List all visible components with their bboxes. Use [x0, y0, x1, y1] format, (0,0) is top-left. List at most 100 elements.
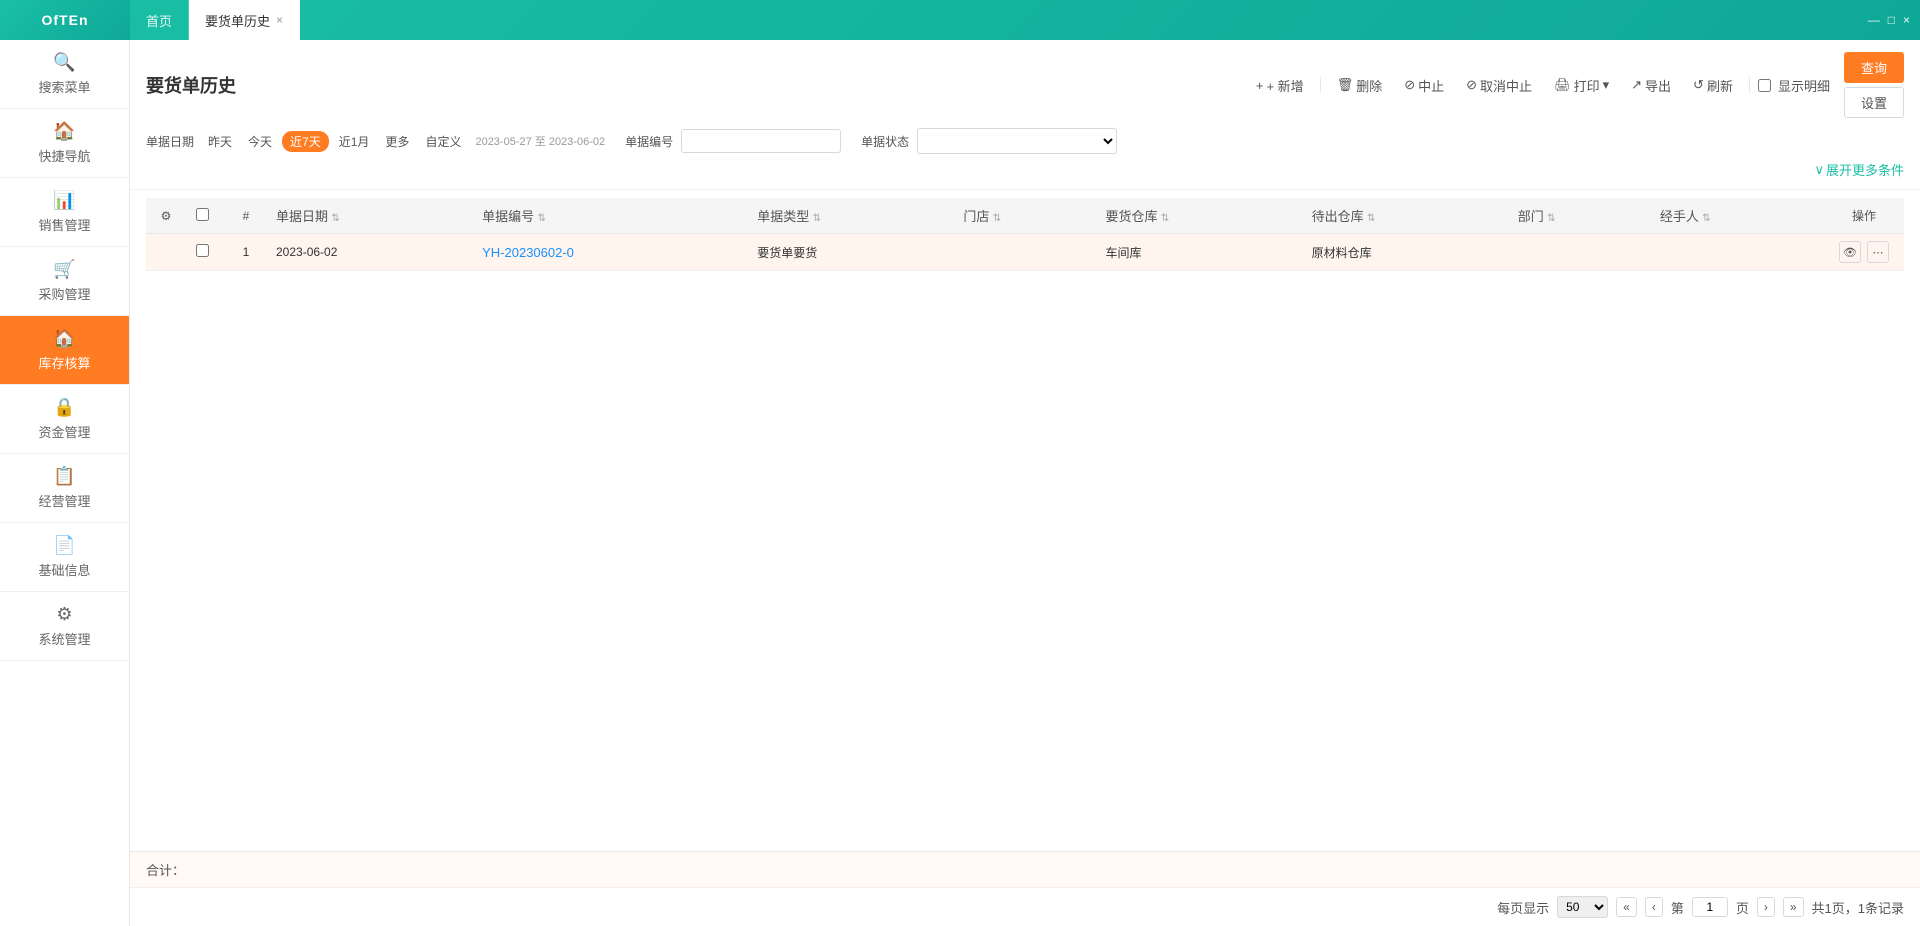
purchase-icon: 🛒	[53, 259, 75, 280]
sidebar-item-label: 快捷导航	[38, 146, 90, 165]
system-icon: ⚙	[56, 604, 72, 625]
new-button[interactable]: + + 新增	[1248, 72, 1312, 99]
page-unit-label: 页	[1736, 898, 1749, 917]
sidebar-item-system-mgmt[interactable]: ⚙ 系统管理	[0, 592, 129, 661]
column-date[interactable]: 单据日期 ⇅	[266, 198, 472, 234]
column-doctype[interactable]: 单据类型 ⇅	[747, 198, 953, 234]
refresh-button[interactable]: ↺ 刷新	[1685, 72, 1741, 99]
content-area: 要货单历史 + + 新增 🗑 删除 ⊘ 中止 ⊘ 取消中止	[130, 40, 1920, 926]
refresh-label: 刷新	[1707, 76, 1733, 95]
print-icon: 🖨	[1554, 77, 1571, 93]
sidebar-item-sales-mgmt[interactable]: 📊 销售管理	[0, 178, 129, 247]
next-page-button[interactable]: ›	[1757, 897, 1775, 917]
row-checkbox	[186, 234, 226, 271]
tab-close-icon[interactable]: ×	[276, 13, 283, 27]
expand-more-btn[interactable]: ∨ 展开更多条件	[1814, 160, 1904, 179]
settings-button[interactable]: 设置	[1844, 87, 1904, 118]
export-label: 导出	[1645, 76, 1671, 95]
date-btn-1month[interactable]: 近1月	[333, 131, 376, 152]
window-controls: — □ ×	[1868, 13, 1920, 27]
sidebar-item-label: 资金管理	[38, 422, 90, 441]
pagination-bar: 每页显示 20 50 100 200 « ‹ 第 页 › » 共1页，1条记录	[130, 887, 1920, 926]
window-maximize-icon[interactable]: □	[1888, 13, 1895, 27]
table-header-row: ⚙ # 单据日期 ⇅ 单据编号 ⇅	[146, 198, 1904, 234]
prev-page-button[interactable]: ‹	[1645, 897, 1663, 917]
sort-wait-warehouse-icon: ⇅	[1367, 213, 1375, 224]
tab-requisition-history[interactable]: 要货单历史 ×	[189, 0, 300, 40]
status-filter-label: 单据状态	[861, 133, 909, 150]
date-btn-today[interactable]: 今天	[242, 131, 278, 152]
row-shop	[953, 234, 1095, 271]
export-icon: ↗	[1631, 77, 1642, 93]
date-btn-yesterday[interactable]: 昨天	[202, 131, 238, 152]
sort-date-icon: ⇅	[331, 213, 339, 224]
sidebar-item-basic-info[interactable]: 📄 基础信息	[0, 523, 129, 592]
page-size-select[interactable]: 20 50 100 200	[1557, 896, 1608, 918]
expand-more-label: 展开更多条件	[1826, 160, 1904, 179]
ops-icon: 📋	[53, 466, 75, 487]
column-ops: 操作	[1824, 198, 1904, 234]
sidebar-item-search-menu[interactable]: 🔍 搜索菜单	[0, 40, 129, 109]
row-handler	[1650, 234, 1824, 271]
display-detail-toggle[interactable]: 显示明细	[1758, 76, 1830, 95]
sidebar-item-ops-mgmt[interactable]: 📋 经营管理	[0, 454, 129, 523]
column-shop[interactable]: 门店 ⇅	[953, 198, 1095, 234]
first-page-button[interactable]: «	[1616, 897, 1637, 917]
column-dept[interactable]: 部门 ⇅	[1508, 198, 1650, 234]
cancel-stop-icon: ⊘	[1466, 77, 1477, 93]
date-btn-more[interactable]: 更多	[379, 131, 415, 152]
sidebar-item-inventory[interactable]: 🏠 库存核算	[0, 316, 129, 385]
column-wait-warehouse[interactable]: 待出仓库 ⇅	[1302, 198, 1508, 234]
row-view-icon[interactable]: 👁	[1839, 241, 1861, 263]
print-button[interactable]: 🖨 打印 ▾	[1546, 72, 1617, 99]
window-close-icon[interactable]: ×	[1903, 13, 1910, 27]
filter-bar: 单据日期 昨天 今天 近7天 近1月 更多 自定义 2023-05-27 至 2…	[130, 118, 1920, 190]
stop-icon: ⊘	[1404, 77, 1415, 93]
docno-filter-input[interactable]	[681, 129, 841, 153]
column-gear[interactable]: ⚙	[146, 198, 186, 234]
date-btn-custom[interactable]: 自定义	[419, 131, 467, 152]
column-handler[interactable]: 经手人 ⇅	[1650, 198, 1824, 234]
page-number-input[interactable]	[1692, 897, 1728, 917]
cancel-stop-label: 取消中止	[1480, 76, 1532, 95]
sidebar-item-quick-nav[interactable]: 🏠 快捷导航	[0, 109, 129, 178]
date-btn-7days[interactable]: 近7天	[282, 131, 329, 152]
column-checkbox	[186, 198, 226, 234]
row-req-warehouse: 车间库	[1095, 234, 1301, 271]
last-page-button[interactable]: »	[1783, 897, 1804, 917]
status-filter-select[interactable]	[917, 128, 1117, 154]
column-docno[interactable]: 单据编号 ⇅	[472, 198, 747, 234]
row-ops: 👁 ⋯	[1824, 234, 1904, 271]
sidebar: 🔍 搜索菜单 🏠 快捷导航 📊 销售管理 🛒 采购管理 🏠 库存核算 🔒 资金管…	[0, 40, 130, 926]
date-filter: 单据日期 昨天 今天 近7天 近1月 更多 自定义 2023-05-27 至 2…	[146, 131, 605, 152]
sort-req-warehouse-icon: ⇅	[1161, 213, 1169, 224]
tab-home[interactable]: 首页	[130, 0, 189, 40]
inventory-icon: 🏠	[53, 328, 75, 349]
window-minimize-icon[interactable]: —	[1868, 13, 1880, 27]
row-select-checkbox[interactable]	[196, 244, 209, 257]
refresh-icon: ↺	[1693, 77, 1704, 93]
table-footer: 合计：	[130, 851, 1920, 887]
brand-name: OfTEn	[42, 12, 89, 28]
sidebar-item-label: 搜索菜单	[38, 77, 90, 96]
display-detail-checkbox[interactable]	[1758, 79, 1771, 92]
sidebar-item-finance-mgmt[interactable]: 🔒 资金管理	[0, 385, 129, 454]
page-size-label: 每页显示	[1497, 898, 1549, 917]
row-docno-link[interactable]: YH-20230602-0	[482, 245, 574, 260]
row-dept	[1508, 234, 1650, 271]
delete-button[interactable]: 🗑 删除	[1329, 72, 1391, 99]
toolbar-divider-1	[1320, 77, 1321, 93]
row-docno: YH-20230602-0	[472, 234, 747, 271]
select-all-checkbox[interactable]	[196, 208, 209, 221]
cancel-stop-button[interactable]: ⊘ 取消中止	[1458, 72, 1540, 99]
export-button[interactable]: ↗ 导出	[1623, 72, 1679, 99]
stop-button[interactable]: ⊘ 中止	[1396, 72, 1452, 99]
requisition-table: ⚙ # 单据日期 ⇅ 单据编号 ⇅	[146, 198, 1904, 271]
sidebar-item-purchase-mgmt[interactable]: 🛒 采购管理	[0, 247, 129, 316]
finance-icon: 🔒	[53, 397, 75, 418]
row-num: 1	[226, 234, 266, 271]
print-dropdown-icon: ▾	[1603, 77, 1610, 93]
row-more-icon[interactable]: ⋯	[1867, 241, 1889, 263]
query-button[interactable]: 查询	[1844, 52, 1904, 83]
column-req-warehouse[interactable]: 要货仓库 ⇅	[1095, 198, 1301, 234]
